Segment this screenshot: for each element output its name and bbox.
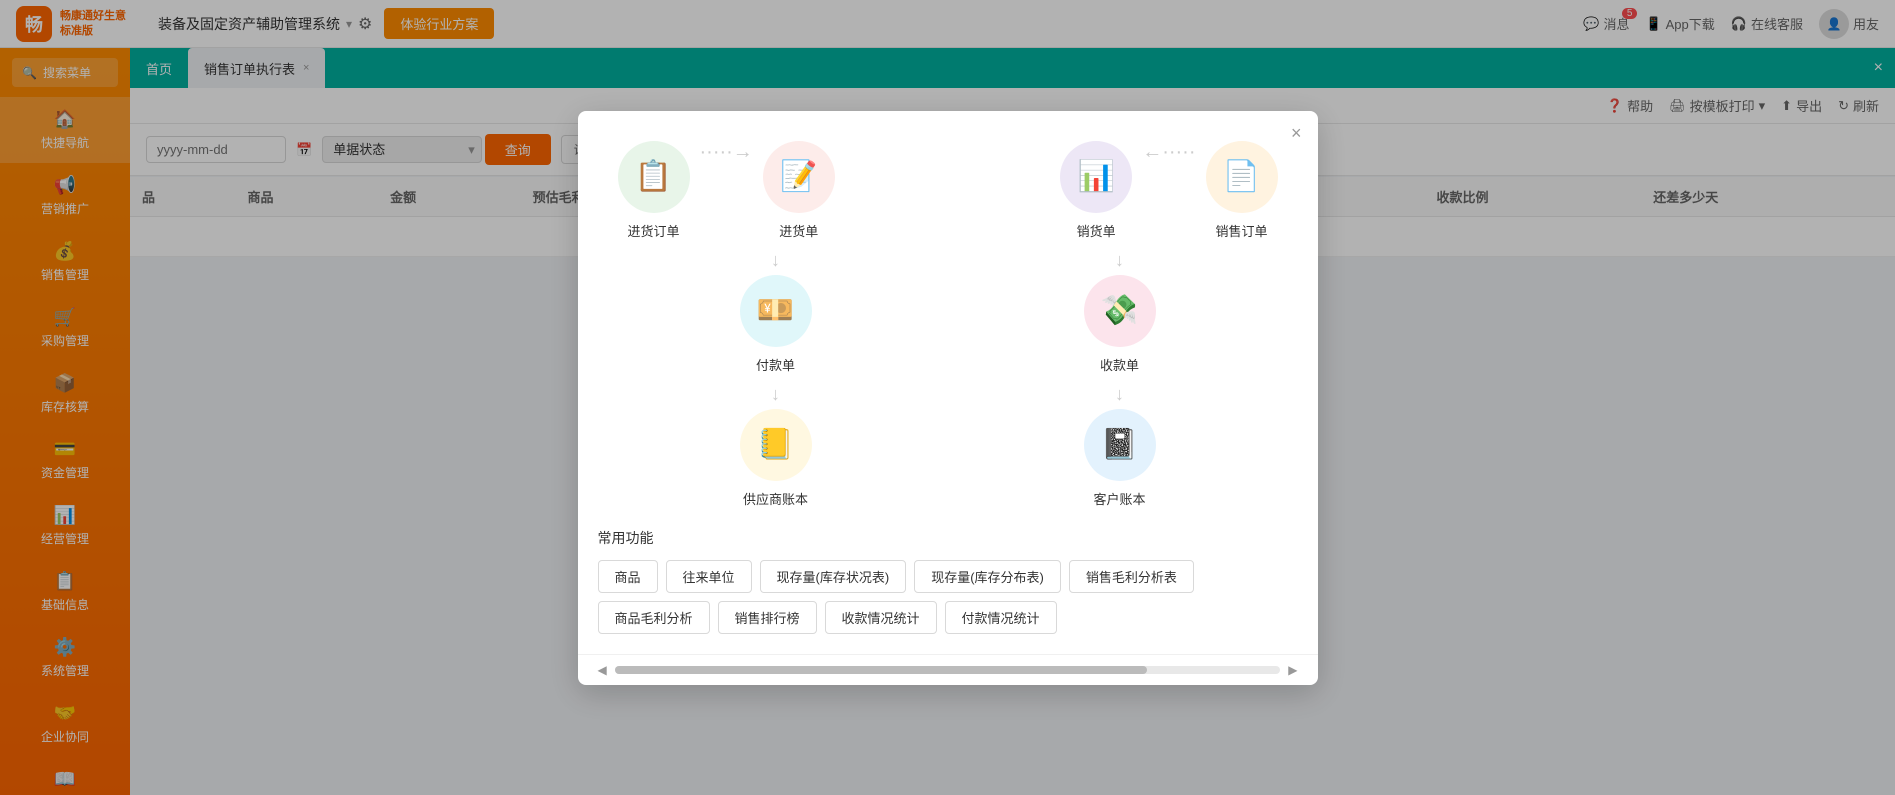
flow-row-3: 💴 付款单 💸 收款单 [618,271,1278,384]
common-functions-title: 常用功能 [598,528,1298,548]
s2 [690,384,740,405]
purchase-order-label: 进货订单 [627,221,679,240]
common-functions: 常用功能 商品 往来单位 现存量(库存状况表) 现存量(库存分布表) 销售毛利分… [578,528,1318,654]
func-btn-sales-analysis[interactable]: 销售毛利分析表 [1069,560,1194,593]
supplier-ledger-icon: 📒 [757,427,794,462]
s1 [618,384,690,405]
down-arrow-payment: ↓ [740,384,812,405]
flow-row-5: 📒 供应商账本 📓 客户账本 [618,405,1278,508]
func-btn-payment-stats[interactable]: 付款情况统计 [945,601,1057,634]
purchase-invoice-icon: 📝 [780,159,817,194]
popup-overlay[interactable]: × 📋 进货订单 ·····→ [0,0,1895,795]
popup-close-btn[interactable]: × [1291,123,1302,144]
flow-diagram: 📋 进货订单 ·····→ 📝 进货单 [578,111,1318,528]
func-btn-product-margin[interactable]: 商品毛利分析 [598,601,710,634]
purchase-invoice-circle: 📝 [763,141,835,213]
flow-node-supplier-ledger[interactable]: 📒 供应商账本 [740,409,812,508]
sales-order-label: 销售订单 [1215,221,1267,240]
customer-ledger-icon: 📓 [1101,427,1138,462]
scroll-left-icon[interactable]: ◀ [598,663,607,677]
scroll-bar-area: ◀ ▶ [578,654,1318,685]
payment-icon: 💴 [757,293,794,328]
flow-row-1: 📋 进货订单 ·····→ 📝 进货单 [618,141,1278,240]
func-btn-sales-ranking[interactable]: 销售排行榜 [718,601,817,634]
customer-ledger-circle: 📓 [1084,409,1156,481]
flow-node-payment[interactable]: 💴 付款单 [740,275,812,374]
s3 [812,384,1084,405]
spacer-row3-arrow2 [1156,275,1206,374]
flow-arrows-down-row2: ↓ ↓ [618,384,1278,405]
func-btn-partners[interactable]: 往来单位 [666,560,752,593]
sales-order-icon: 📄 [1223,159,1260,194]
down-arrow-receipt: ↓ [1084,384,1156,405]
sales-invoice-icon: 📊 [1078,159,1115,194]
flow-node-purchase-order[interactable]: 📋 进货订单 [618,141,690,240]
purchase-invoice-label: 进货单 [779,221,818,240]
supplier-ledger-circle: 📒 [740,409,812,481]
scroll-thumb[interactable] [615,666,1147,674]
spacer-mid [812,250,1084,271]
flow-node-sales-invoice[interactable]: 📊 销货单 [1060,141,1132,240]
receipt-label: 收款单 [1100,355,1139,374]
r5s1 [618,409,690,508]
scroll-right-icon[interactable]: ▶ [1288,663,1297,677]
spacer-row3-mid [812,275,1084,374]
func-btns-container: 商品 往来单位 现存量(库存状况表) 现存量(库存分布表) 销售毛利分析表 商品… [598,560,1298,634]
sales-invoice-circle: 📊 [1060,141,1132,213]
popup: × 📋 进货订单 ·····→ [578,111,1318,685]
r5s4 [1156,409,1206,508]
r5s2 [690,409,740,508]
down-arrow-receipt-icon: ↓ [1115,384,1124,405]
spacer-row3-left [618,275,690,374]
flow-arrows-down-row: ↓ ↓ [618,250,1278,271]
spacer-arrow1 [690,250,740,271]
flow-node-customer-ledger[interactable]: 📓 客户账本 [1084,409,1156,508]
r5s5 [1206,409,1278,508]
down-arrow-payment-icon: ↓ [771,384,780,405]
flow-node-receipt[interactable]: 💸 收款单 [1084,275,1156,374]
flow-node-sales-order[interactable]: 📄 销售订单 [1206,141,1278,240]
spacer-row3-arrow1 [690,275,740,374]
payment-label: 付款单 [756,355,795,374]
func-btn-stock-status[interactable]: 现存量(库存状况表) [760,560,907,593]
supplier-ledger-label: 供应商账本 [743,489,808,508]
r5s3 [812,409,1084,508]
customer-ledger-label: 客户账本 [1093,489,1145,508]
spacer-row3-right [1206,275,1278,374]
receipt-circle: 💸 [1084,275,1156,347]
s4 [1156,384,1206,405]
scroll-track[interactable] [615,666,1281,674]
payment-circle: 💴 [740,275,812,347]
down-arrow-purchase: ↓ [740,250,812,271]
down-arrow-sales: ↓ [1084,250,1156,271]
down-arrow-sales-icon: ↓ [1115,250,1124,271]
s5 [1206,384,1278,405]
func-btn-stock-dist[interactable]: 现存量(库存分布表) [914,560,1061,593]
down-arrow-purchase-icon: ↓ [771,250,780,271]
arrow-sales-order-to-invoice: ←····· [1132,141,1205,186]
sales-order-circle: 📄 [1206,141,1278,213]
purchase-order-circle: 📋 [618,141,690,213]
receipt-icon: 💸 [1101,293,1138,328]
arrow-purchase-to-invoice: ·····→ [690,141,763,186]
flow-node-purchase-invoice[interactable]: 📝 进货单 [763,141,835,240]
func-btn-receipt-stats[interactable]: 收款情况统计 [825,601,937,634]
purchase-order-icon: 📋 [635,159,672,194]
func-btn-product[interactable]: 商品 [598,560,658,593]
spacer-arrow2 [1156,250,1206,271]
sales-invoice-label: 销货单 [1077,221,1116,240]
